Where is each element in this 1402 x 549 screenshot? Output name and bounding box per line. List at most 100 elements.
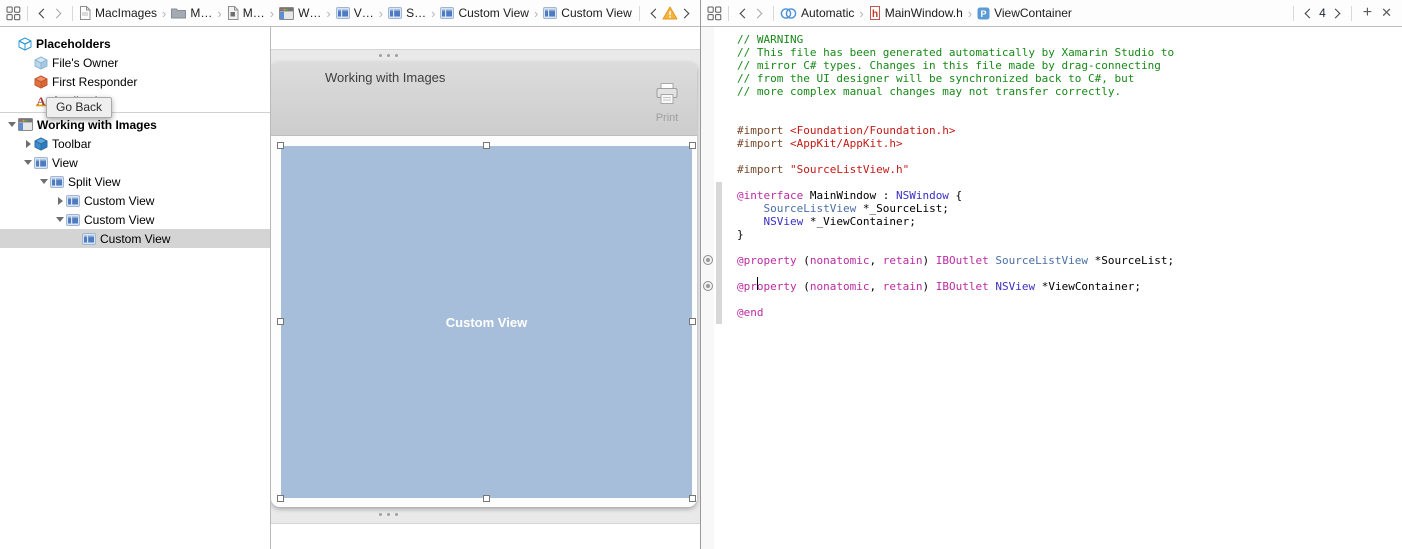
design-window-titlebar[interactable]: Working with Images Print — [271, 62, 697, 136]
code-line[interactable]: @end — [737, 306, 1402, 319]
code-line[interactable]: NSView *_ViewContainer; — [737, 215, 1402, 228]
code-token: { — [948, 189, 963, 202]
ib-canvas[interactable]: Working with Images Print Custom View — [271, 27, 700, 549]
back-button[interactable] — [735, 4, 751, 22]
custom-view[interactable]: Custom View — [277, 142, 696, 502]
design-window[interactable]: Working with Images Print Custom View — [271, 62, 697, 507]
outline-row-custom-view-2[interactable]: Custom View — [0, 210, 270, 229]
code-line[interactable]: @property (nonatomic, retain) IBOutlet N… — [737, 280, 1402, 293]
design-window-content[interactable]: Custom View — [271, 136, 697, 507]
code-token: nonatomic — [809, 280, 870, 293]
disclosure-triangle[interactable] — [54, 215, 66, 225]
code-token: // more complex manual changes may not t… — [737, 85, 1122, 98]
close-assistant-editor-button[interactable]: ✕ — [1381, 5, 1392, 21]
code-token: MainWindow : — [803, 189, 896, 202]
code-token: @end — [737, 306, 764, 319]
crumb-w[interactable]: W… — [279, 6, 321, 20]
selection-handle[interactable] — [277, 318, 284, 325]
code-line[interactable]: // from the UI designer will be synchron… — [737, 72, 1402, 85]
code-line[interactable] — [737, 111, 1402, 124]
selection-handle[interactable] — [482, 495, 490, 502]
code-line[interactable]: @property (nonatomic, retain) IBOutlet S… — [737, 254, 1402, 267]
code-line[interactable] — [737, 150, 1402, 163]
code-token: @interface — [737, 189, 804, 202]
next-counterpart-button[interactable] — [1329, 4, 1345, 22]
outline-row-custom-view-3[interactable]: Custom View — [0, 229, 270, 248]
outline-row-split-view[interactable]: Split View — [0, 172, 270, 191]
change-bar — [716, 182, 722, 324]
folder-icon — [171, 7, 187, 19]
resize-dots-top[interactable] — [379, 54, 398, 57]
outline-row-working-with-images[interactable]: Working with Images — [0, 115, 270, 134]
resize-dots-bottom[interactable] — [379, 513, 398, 516]
crumb-macimages[interactable]: MacImages — [79, 6, 157, 20]
crumb-m[interactable]: M… — [227, 6, 265, 20]
connection-well[interactable] — [703, 281, 713, 291]
disclosure-triangle[interactable] — [6, 120, 18, 130]
code-line[interactable]: #import <AppKit/AppKit.h> — [737, 137, 1402, 150]
outline-row-placeholders[interactable]: Placeholders — [0, 34, 270, 53]
code-line[interactable] — [737, 241, 1402, 254]
print-label: Print — [655, 112, 679, 124]
forward-button[interactable] — [751, 4, 767, 22]
crumb-v[interactable]: V… — [335, 6, 374, 20]
next-issue-button[interactable] — [678, 4, 694, 22]
add-assistant-editor-button[interactable]: + — [1363, 5, 1372, 21]
outline-row-view[interactable]: View — [0, 153, 270, 172]
outline-row-first-responder[interactable]: First Responder — [0, 72, 270, 91]
disclosure-triangle[interactable] — [38, 177, 50, 187]
disclosure-triangle[interactable] — [22, 158, 34, 168]
back-button[interactable] — [34, 4, 50, 22]
selection-handle[interactable] — [482, 142, 490, 149]
forward-button[interactable] — [50, 4, 66, 22]
code-editor[interactable]: // WARNING// This file has been generate… — [701, 27, 1402, 549]
code-line[interactable] — [737, 293, 1402, 306]
warning-icon[interactable] — [662, 6, 678, 20]
crumb-m[interactable]: M… — [171, 6, 212, 20]
code-line[interactable]: // mirror C# types. Changes in this file… — [737, 59, 1402, 72]
selection-handle[interactable] — [277, 495, 284, 502]
divider — [1350, 5, 1352, 21]
divider — [1293, 5, 1295, 21]
selection-handle[interactable] — [689, 142, 696, 149]
crumb-viewcontainer[interactable]: P ViewContainer — [977, 6, 1072, 20]
code-line[interactable]: // WARNING — [737, 33, 1402, 46]
disclosure-triangle[interactable] — [54, 196, 66, 206]
selection-handle[interactable] — [277, 142, 284, 149]
outline-row-application[interactable]: AApplication — [0, 91, 270, 110]
crumb-s[interactable]: S… — [388, 6, 426, 20]
crumb-separator: › — [859, 5, 864, 21]
code-token: @property — [737, 280, 797, 293]
outline-row-custom-view-1[interactable]: Custom View — [0, 191, 270, 210]
crumb-custom-view[interactable]: Custom View — [543, 6, 632, 20]
crumb-custom-view[interactable]: Custom View — [440, 6, 529, 20]
code-line[interactable]: #import "SourceListView.h" — [737, 163, 1402, 176]
crumb-label: M… — [190, 6, 213, 20]
code-line[interactable]: // more complex manual changes may not t… — [737, 85, 1402, 98]
outline-row-files-owner[interactable]: File's Owner — [0, 53, 270, 72]
crumb-separator: › — [162, 5, 167, 21]
previous-issue-button[interactable] — [646, 4, 662, 22]
crumb-mainwindow-h[interactable]: h MainWindow.h — [869, 6, 963, 20]
code-line[interactable] — [737, 267, 1402, 280]
code-line[interactable] — [737, 98, 1402, 111]
code-line[interactable]: // This file has been generated automati… — [737, 46, 1402, 59]
crumb-label: Custom View — [458, 6, 529, 20]
disclosure-triangle[interactable] — [22, 139, 34, 149]
crumb-automatic[interactable]: Automatic — [780, 6, 854, 20]
code-line[interactable]: @interface MainWindow : NSWindow { — [737, 189, 1402, 202]
related-items-icon[interactable] — [707, 6, 722, 21]
code-line[interactable]: #import <Foundation/Foundation.h> — [737, 124, 1402, 137]
selection-handle[interactable] — [689, 495, 696, 502]
connection-well[interactable] — [703, 255, 713, 265]
code-line[interactable] — [737, 176, 1402, 189]
toolbar-item-print[interactable]: Print — [647, 82, 687, 124]
selection-handle[interactable] — [689, 318, 696, 325]
outline-row-toolbar[interactable]: Toolbar — [0, 134, 270, 153]
code-line[interactable]: SourceListView *_SourceList; — [737, 202, 1402, 215]
code-line[interactable]: } — [737, 228, 1402, 241]
previous-counterpart-button[interactable] — [1300, 4, 1316, 22]
related-items-icon[interactable] — [6, 6, 21, 21]
code-token: , — [869, 254, 883, 267]
